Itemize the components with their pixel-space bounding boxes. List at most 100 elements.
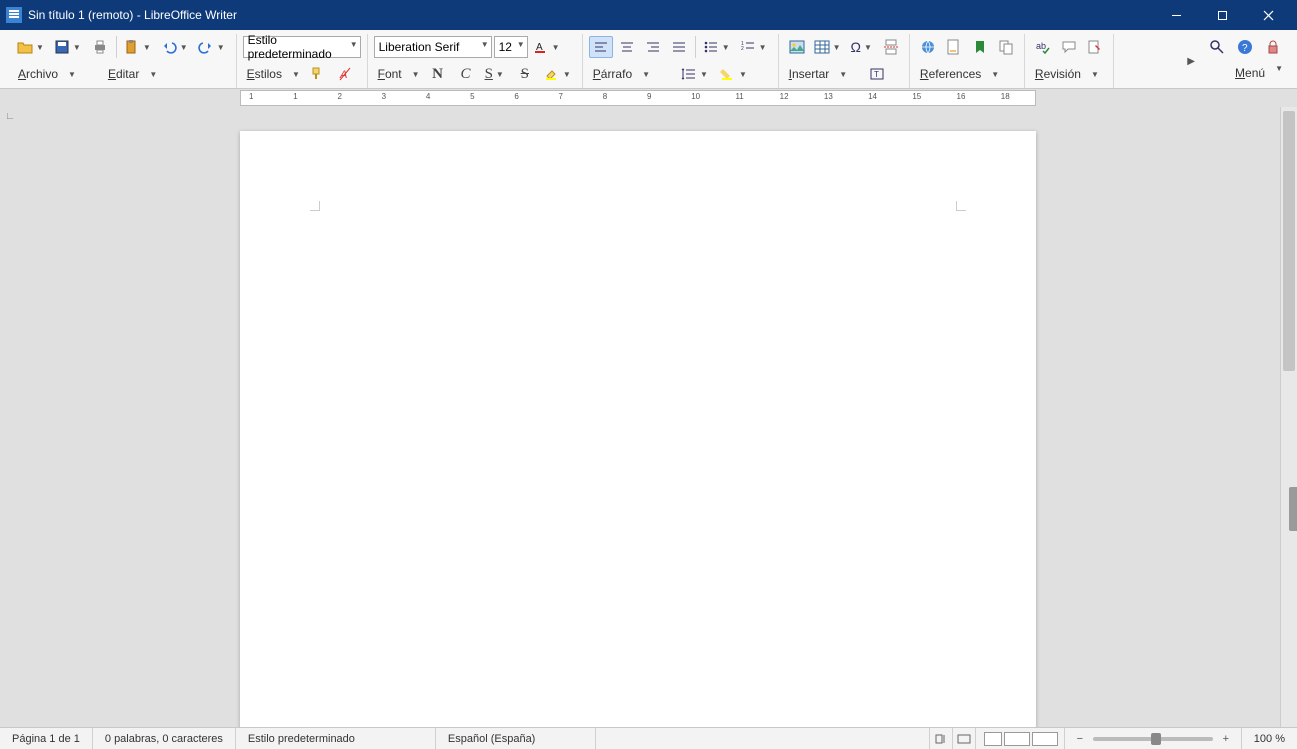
file-menu[interactable]: Archivo [14,65,62,83]
status-style[interactable]: Estilo predeterminado [236,728,436,749]
ruler-number: 10 [691,92,700,101]
view-book-button[interactable] [1032,732,1058,746]
edit-menu[interactable]: Editar [104,65,143,83]
svg-text:2: 2 [741,46,744,52]
ruler-number: 11 [735,92,743,101]
zoom-slider-knob[interactable] [1151,733,1161,745]
window-minimize-button[interactable] [1153,0,1199,30]
zoom-control: − + [1065,728,1242,749]
underline-button[interactable]: S▼ [482,63,509,85]
undo-button[interactable]: ▼ [158,36,193,58]
ruler-number: 13 [824,92,833,101]
document-scroll-area[interactable] [20,107,1280,727]
main-area: ∟ [0,107,1297,727]
zoom-out-button[interactable]: − [1073,733,1087,745]
statusbar: Página 1 de 1 0 palabras, 0 caracteres E… [0,727,1297,749]
styles-menu[interactable]: Estilos [243,65,286,83]
highlight-button[interactable]: ▼ [541,63,576,85]
align-justify-button[interactable] [667,36,691,58]
group-font: Liberation Serif▼ 12▼ A▼ Font▼ N C S▼ S … [368,34,583,88]
track-changes-button[interactable] [1083,36,1107,58]
window-close-button[interactable] [1245,0,1291,30]
horizontal-ruler[interactable]: 11234567891011121314151618 [240,90,1036,106]
view-single-page-button[interactable] [984,732,1002,746]
document-page[interactable] [240,131,1036,727]
ruler-number: 12 [780,92,789,101]
insert-pagebreak-button[interactable] [879,36,903,58]
zoom-slider[interactable] [1093,737,1213,741]
menu-dropdown[interactable]: Menú [1231,64,1269,82]
zoom-percent[interactable]: 100 % [1242,728,1297,749]
sidebar-toggle-handle[interactable] [1289,487,1297,531]
insert-textbox-button[interactable]: T [865,63,889,85]
zoom-in-button[interactable]: + [1219,733,1233,745]
ruler-number: 7 [559,92,563,101]
ruler-number: 1 [249,92,253,101]
help-button[interactable]: ? [1233,36,1257,58]
strikethrough-button[interactable]: S [513,63,537,85]
insert-menu[interactable]: Insertar [785,65,834,83]
align-right-button[interactable] [641,36,665,58]
find-replace-button[interactable] [1205,36,1229,58]
align-center-button[interactable] [615,36,639,58]
font-size-combo[interactable]: 12▼ [494,36,528,58]
insert-footnote-button[interactable] [942,36,966,58]
toolbar-overflow-icon[interactable]: ▶ [1187,56,1195,67]
insert-crossref-button[interactable] [994,36,1018,58]
font-color-button[interactable]: A▼ [530,36,565,58]
number-list-button[interactable]: 12▼ [737,36,772,58]
ruler-number: 5 [470,92,474,101]
group-review: ab Revisión▼ [1025,34,1114,88]
svg-text:T: T [874,70,879,79]
insert-table-button[interactable]: ▼ [811,36,846,58]
bullet-list-button[interactable]: ▼ [700,36,735,58]
paragraph-menu[interactable]: Párrafo [589,65,636,83]
insert-hyperlink-button[interactable] [916,36,940,58]
ruler-number: 15 [912,92,921,101]
margin-mark-top-left [310,201,320,211]
references-menu[interactable]: References [916,65,985,83]
ruler-number: 14 [868,92,877,101]
review-menu[interactable]: Revisión [1031,65,1085,83]
paragraph-style-combo[interactable]: Estilo predeterminado▼ [243,36,361,58]
paste-button[interactable]: ▼ [121,36,156,58]
status-wordcount[interactable]: 0 palabras, 0 caracteres [93,728,236,749]
bold-button[interactable]: N [426,63,450,85]
vertical-ruler-marker: ∟ [0,107,20,727]
group-file: ▼ ▼ ▼ ▼ ▼ Archivo▼ Editar▼ [8,34,237,88]
status-page[interactable]: Página 1 de 1 [0,728,93,749]
clone-formatting-button[interactable] [306,63,330,85]
status-language[interactable]: Español (España) [436,728,596,749]
scrollbar-thumb[interactable] [1283,111,1295,371]
print-button[interactable] [88,36,112,58]
open-button[interactable]: ▼ [14,36,49,58]
line-spacing-button[interactable]: ▼ [678,63,713,85]
insert-image-button[interactable] [785,36,809,58]
vertical-scrollbar[interactable] [1280,107,1297,727]
titlebar: Sin título 1 (remoto) - LibreOffice Writ… [0,0,1297,30]
redo-button[interactable]: ▼ [195,36,230,58]
view-multi-page-button[interactable] [1004,732,1030,746]
ruler-number: 9 [647,92,651,101]
insert-comment-button[interactable] [1057,36,1081,58]
font-name-combo[interactable]: Liberation Serif▼ [374,36,492,58]
ruler-number: 2 [337,92,341,101]
insert-bookmark-button[interactable] [968,36,992,58]
insert-symbol-button[interactable]: Ω▼ [848,36,877,58]
status-selection-mode[interactable] [953,728,976,749]
ruler-number: 18 [1001,92,1010,101]
status-insert-mode[interactable] [930,728,953,749]
group-insert: ▼ Ω▼ Insertar▼ T [779,34,910,88]
align-left-button[interactable] [589,36,613,58]
clear-formatting-button[interactable]: A [334,63,358,85]
group-styles: Estilo predeterminado▼ Estilos▼ A [237,34,368,88]
save-button[interactable]: ▼ [51,36,86,58]
window-maximize-button[interactable] [1199,0,1245,30]
readonly-button[interactable] [1261,36,1285,58]
group-references: References▼ [910,34,1025,88]
view-mode-buttons [976,728,1065,749]
paragraph-bgcolor-button[interactable]: ▼ [717,63,752,85]
italic-button[interactable]: C [454,63,478,85]
font-menu[interactable]: Font [374,65,406,83]
spellcheck-button[interactable]: ab [1031,36,1055,58]
